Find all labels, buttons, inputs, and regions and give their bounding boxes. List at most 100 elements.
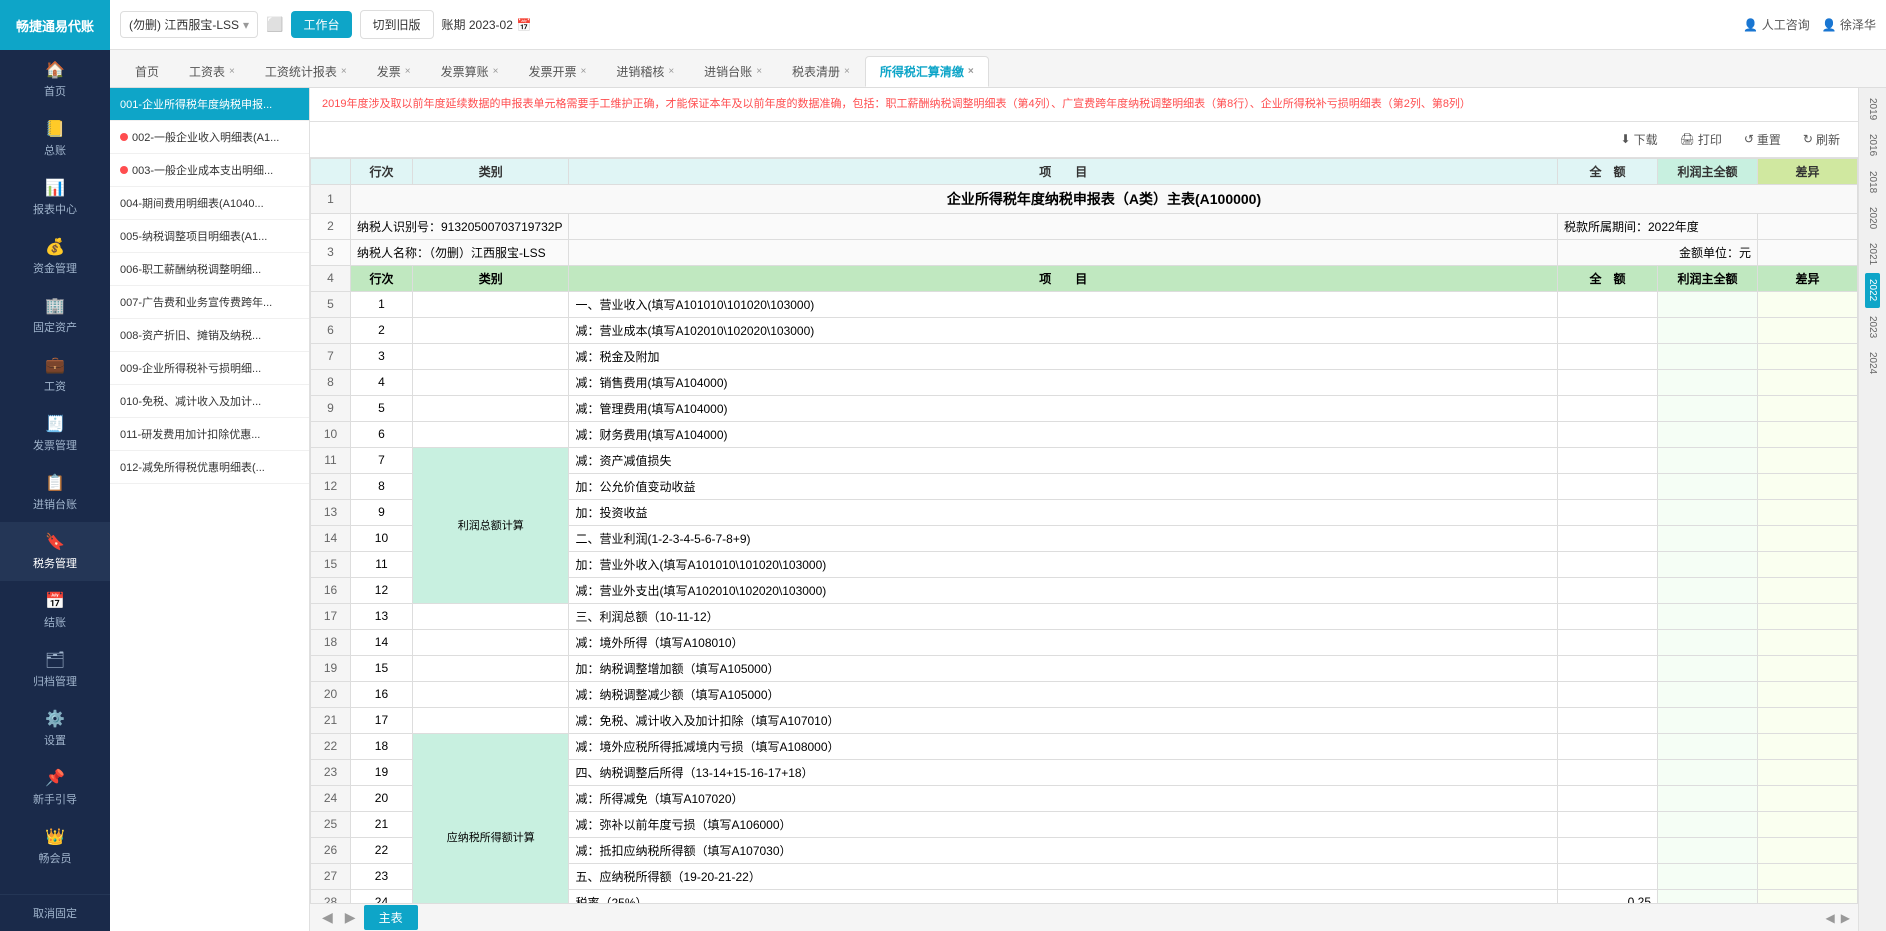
diff-7[interactable] — [1758, 343, 1858, 369]
diff-9[interactable] — [1758, 395, 1858, 421]
tab-进销稽核[interactable]: 进销稽核× — [601, 56, 689, 87]
profit-10[interactable] — [1658, 421, 1758, 447]
timeline-year-2021[interactable]: 2021 — [1865, 237, 1880, 271]
tab-发票开票[interactable]: 发票开票× — [513, 56, 601, 87]
sheet-nav-right[interactable]: ▶ — [341, 909, 360, 926]
user-service-btn[interactable]: 👤 人工咨询 — [1743, 16, 1809, 33]
amount-28[interactable]: 0.25 — [1558, 889, 1658, 903]
sidebar-item-guide[interactable]: 📌新手引导 — [0, 758, 110, 817]
tab-close-工资表[interactable]: × — [229, 66, 235, 77]
diff-15[interactable] — [1758, 551, 1858, 577]
tab-发票算账[interactable]: 发票算账× — [426, 56, 514, 87]
diff-26[interactable] — [1758, 837, 1858, 863]
timeline-year-2016[interactable]: 2016 — [1865, 128, 1880, 162]
timeline-year-2024[interactable]: 2024 — [1865, 346, 1880, 380]
left-panel-item-005[interactable]: 005-纳税调整项目明细表(A1... — [110, 220, 309, 253]
diff-8[interactable] — [1758, 369, 1858, 395]
amount-18[interactable] — [1558, 629, 1658, 655]
amount-6[interactable] — [1558, 317, 1658, 343]
profit-28[interactable] — [1658, 889, 1758, 903]
tab-close-发票算账[interactable]: × — [493, 66, 499, 77]
tab-所得税汇算清缴[interactable]: 所得税汇算清缴× — [865, 56, 989, 87]
left-panel-item-010[interactable]: 010-免税、减计收入及加计... — [110, 385, 309, 418]
company-selector[interactable]: (勿删) 江西服宝-LSS ▾ — [120, 11, 258, 38]
tab-进销台账[interactable]: 进销台账× — [689, 56, 777, 87]
profit-19[interactable] — [1658, 655, 1758, 681]
profit-16[interactable] — [1658, 577, 1758, 603]
timeline-year-2018[interactable]: 2018 — [1865, 165, 1880, 199]
amount-10[interactable] — [1558, 421, 1658, 447]
left-panel-item-007[interactable]: 007-广告费和业务宣传费跨年... — [110, 286, 309, 319]
diff-6[interactable] — [1758, 317, 1858, 343]
sidebar-item-tax[interactable]: 🔖税务管理 — [0, 522, 110, 581]
tab-close-发票开票[interactable]: × — [580, 66, 586, 77]
tab-发票[interactable]: 发票× — [362, 56, 426, 87]
sidebar-item-fund[interactable]: 💰资金管理 — [0, 227, 110, 286]
amount-11[interactable] — [1558, 447, 1658, 473]
amount-15[interactable] — [1558, 551, 1658, 577]
company-copy-icon[interactable]: ⬜ — [266, 16, 283, 33]
tab-close-工资统计报表[interactable]: × — [341, 66, 347, 77]
amount-12[interactable] — [1558, 473, 1658, 499]
profit-21[interactable] — [1658, 707, 1758, 733]
amount-20[interactable] — [1558, 681, 1658, 707]
profit-7[interactable] — [1658, 343, 1758, 369]
tab-close-税表清册[interactable]: × — [844, 66, 850, 77]
diff-22[interactable] — [1758, 733, 1858, 759]
profit-26[interactable] — [1658, 837, 1758, 863]
tab-close-进销台账[interactable]: × — [756, 66, 762, 77]
tab-close-所得税汇算清缴[interactable]: × — [968, 66, 974, 77]
sidebar-item-home[interactable]: 🏠首页 — [0, 50, 110, 109]
profit-25[interactable] — [1658, 811, 1758, 837]
amount-16[interactable] — [1558, 577, 1658, 603]
refresh-button[interactable]: ↻ 刷新 — [1797, 128, 1846, 151]
diff-19[interactable] — [1758, 655, 1858, 681]
left-panel-item-006[interactable]: 006-职工薪酬纳税调整明细... — [110, 253, 309, 286]
sidebar-footer-unpin[interactable]: 取消固定 — [0, 894, 110, 931]
diff-13[interactable] — [1758, 499, 1858, 525]
tab-close-进销稽核[interactable]: × — [668, 66, 674, 77]
profit-20[interactable] — [1658, 681, 1758, 707]
download-button[interactable]: ⬇ 下载 — [1615, 128, 1664, 151]
amount-25[interactable] — [1558, 811, 1658, 837]
sidebar-item-invoice[interactable]: 🧾发票管理 — [0, 404, 110, 463]
amount-27[interactable] — [1558, 863, 1658, 889]
amount-5[interactable] — [1558, 291, 1658, 317]
diff-11[interactable] — [1758, 447, 1858, 473]
profit-5[interactable] — [1658, 291, 1758, 317]
sheet-tab-main[interactable]: 主表 — [364, 905, 418, 930]
profit-11[interactable] — [1658, 447, 1758, 473]
amount-17[interactable] — [1558, 603, 1658, 629]
profit-18[interactable] — [1658, 629, 1758, 655]
profit-8[interactable] — [1658, 369, 1758, 395]
left-panel-item-008[interactable]: 008-资产折旧、摊销及纳税... — [110, 319, 309, 352]
tab-工资统计报表[interactable]: 工资统计报表× — [250, 56, 362, 87]
diff-16[interactable] — [1758, 577, 1858, 603]
print-button[interactable]: 🖨 打印 — [1674, 128, 1728, 151]
diff-10[interactable] — [1758, 421, 1858, 447]
profit-14[interactable] — [1658, 525, 1758, 551]
tab-工资表[interactable]: 工资表× — [174, 56, 250, 87]
profit-6[interactable] — [1658, 317, 1758, 343]
profit-13[interactable] — [1658, 499, 1758, 525]
amount-26[interactable] — [1558, 837, 1658, 863]
left-panel-item-004[interactable]: 004-期间费用明细表(A1040... — [110, 187, 309, 220]
amount-7[interactable] — [1558, 343, 1658, 369]
sidebar-item-member[interactable]: 👑畅会员 — [0, 817, 110, 876]
tab-税表清册[interactable]: 税表清册× — [777, 56, 865, 87]
diff-12[interactable] — [1758, 473, 1858, 499]
profit-15[interactable] — [1658, 551, 1758, 577]
tab-close-发票[interactable]: × — [405, 66, 411, 77]
profit-27[interactable] — [1658, 863, 1758, 889]
sidebar-item-report[interactable]: 📊报表中心 — [0, 168, 110, 227]
profit-24[interactable] — [1658, 785, 1758, 811]
diff-20[interactable] — [1758, 681, 1858, 707]
diff-28[interactable] — [1758, 889, 1858, 903]
amount-19[interactable] — [1558, 655, 1658, 681]
timeline-year-2023[interactable]: 2023 — [1865, 310, 1880, 344]
diff-18[interactable] — [1758, 629, 1858, 655]
switch-period-button[interactable]: 切到旧版 — [360, 10, 434, 39]
sidebar-item-archive[interactable]: 🗂归档管理 — [0, 640, 110, 699]
diff-17[interactable] — [1758, 603, 1858, 629]
amount-23[interactable] — [1558, 759, 1658, 785]
